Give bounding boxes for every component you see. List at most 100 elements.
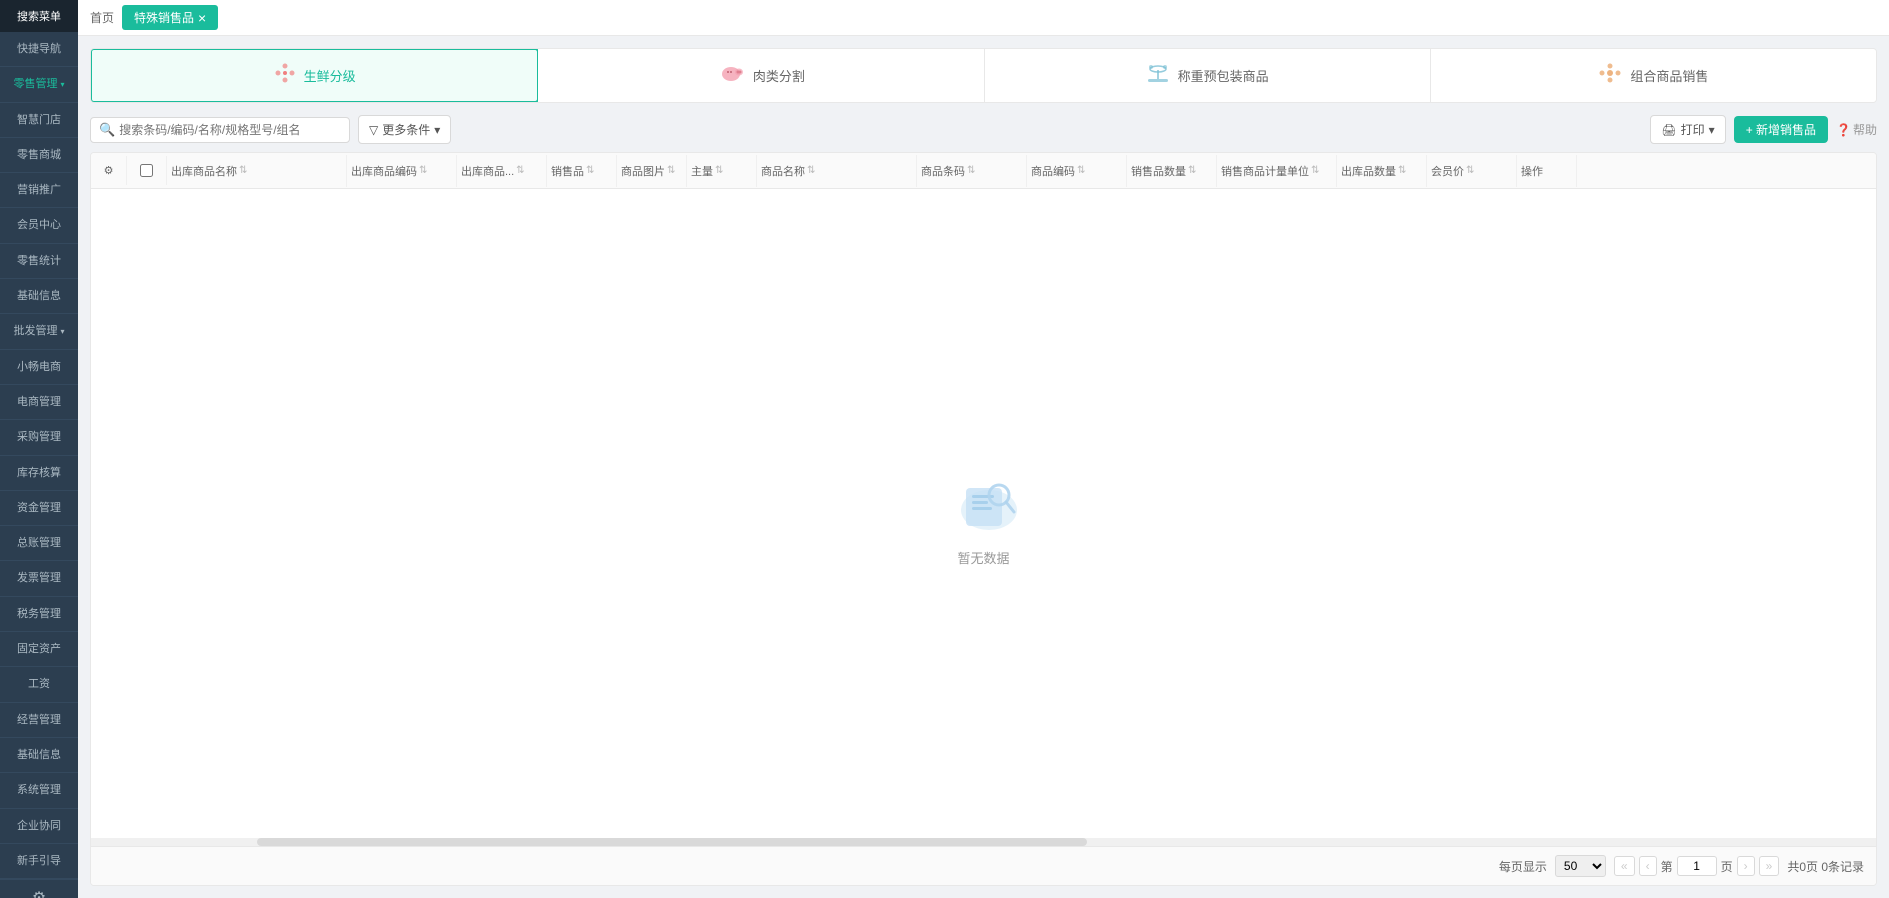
sidebar-item-business-mgmt[interactable]: 经营管理 — [0, 703, 78, 738]
retail-mgmt-arrow: ▾ — [61, 80, 65, 89]
fresh-grading-label: 生鲜分级 — [304, 66, 356, 85]
sidebar-item-salary[interactable]: 工资 — [0, 667, 78, 702]
sort-icon-goods-code[interactable]: ⇅ — [1077, 165, 1085, 176]
sidebar-item-tax-mgmt[interactable]: 税务管理 — [0, 597, 78, 632]
toolbar-right: 🖨 打印 ▾ + 新增销售品 ❓ 帮助 — [1650, 115, 1877, 144]
sidebar-item-quick-nav[interactable]: 快捷导航 — [0, 32, 78, 67]
sidebar-item-retail-mgmt[interactable]: 零售管理 ▾ — [0, 67, 78, 102]
print-label: 打印 — [1681, 121, 1705, 138]
combo-goods-label: 组合商品销售 — [1630, 66, 1708, 85]
th-sale-goods: 销售品 ⇅ — [547, 155, 617, 187]
filter-label: 更多条件 — [382, 121, 430, 138]
sort-icon-barcode[interactable]: ⇅ — [967, 165, 975, 176]
meat-cutting-label: 肉类分割 — [753, 66, 805, 85]
sidebar-item-basic-info[interactable]: 基础信息 — [0, 279, 78, 314]
help-button[interactable]: ❓ 帮助 — [1836, 121, 1877, 138]
page-input[interactable] — [1677, 856, 1717, 876]
special-sales-tab[interactable]: 特殊销售品 × — [122, 5, 218, 30]
scrollbar-thumb[interactable] — [257, 838, 1087, 846]
page-size-select[interactable]: 50 10 20 100 — [1555, 855, 1606, 877]
home-tab[interactable]: 首页 — [90, 9, 114, 26]
print-icon: 🖨 — [1661, 123, 1676, 137]
table-header: ⚙ 出库商品名称 ⇅ 出库商品编码 ⇅ 出库商品... ⇅ — [91, 153, 1876, 189]
sort-icon-img[interactable]: ⇅ — [667, 165, 675, 176]
toolbar: 🔍 ▽ 更多条件 ▾ 🖨 打印 ▾ + 新增销售品 ❓ 帮助 — [90, 115, 1877, 144]
sort-icon-unit[interactable]: ⇅ — [1311, 165, 1319, 176]
filter-icon: ▽ — [369, 123, 378, 137]
th-checkbox — [127, 156, 167, 185]
print-button[interactable]: 🖨 打印 ▾ — [1650, 115, 1725, 144]
page-unit: 页 — [1721, 858, 1733, 875]
th-member-price: 会员价 ⇅ — [1427, 155, 1517, 187]
sort-icon-out-goods-code[interactable]: ⇅ — [419, 165, 427, 176]
sort-icon-goods-name[interactable]: ⇅ — [807, 165, 815, 176]
column-settings-icon[interactable]: ⚙ — [104, 164, 114, 177]
sort-icon-member[interactable]: ⇅ — [1466, 165, 1474, 176]
th-out-qty: 出库品数量 ⇅ — [1337, 155, 1427, 187]
th-out-goods-code: 出库商品编码 ⇅ — [347, 155, 457, 187]
sidebar-item-ecom-mgmt[interactable]: 电商管理 — [0, 385, 78, 420]
sidebar-item-retail-stats[interactable]: 零售统计 — [0, 244, 78, 279]
sidebar-item-system-mgmt[interactable]: 系统管理 — [0, 773, 78, 808]
th-operation: 操作 — [1517, 155, 1577, 187]
th-goods-name: 商品名称 ⇅ — [757, 155, 917, 187]
th-setting[interactable]: ⚙ — [91, 156, 127, 185]
tab-combo-goods[interactable]: 组合商品销售 — [1431, 49, 1876, 102]
add-sale-item-button[interactable]: + 新增销售品 — [1734, 116, 1828, 143]
sort-icon-sale[interactable]: ⇅ — [586, 165, 594, 176]
sidebar-item-invoice-mgmt[interactable]: 发票管理 — [0, 561, 78, 596]
page-label: 第 — [1661, 858, 1673, 875]
sidebar-item-fund-mgmt[interactable]: 资金管理 — [0, 491, 78, 526]
data-table: ⚙ 出库商品名称 ⇅ 出库商品编码 ⇅ 出库商品... ⇅ — [90, 152, 1877, 886]
sidebar-item-general-ledger[interactable]: 总账管理 — [0, 526, 78, 561]
tab-fresh-grading[interactable]: 生鲜分级 — [90, 48, 539, 103]
sidebar-item-mini-ecom[interactable]: 小畅电商 — [0, 350, 78, 385]
search-input[interactable] — [119, 123, 339, 137]
horizontal-scrollbar[interactable] — [91, 838, 1876, 846]
sort-icon-weight[interactable]: ⇅ — [715, 165, 723, 176]
tab-close-icon[interactable]: × — [198, 11, 206, 25]
page-nav: « ‹ 第 页 › » — [1614, 856, 1779, 876]
select-all-checkbox[interactable] — [140, 164, 153, 177]
sidebar-item-retail-mall[interactable]: 零售商城 — [0, 138, 78, 173]
sort-icon-out-spec[interactable]: ⇅ — [516, 165, 524, 176]
weigh-pack-icon — [1146, 62, 1170, 89]
search-box: 🔍 — [90, 117, 350, 143]
per-page-label: 每页显示 — [1499, 858, 1547, 875]
fresh-grading-icon — [274, 62, 296, 89]
first-page-button[interactable]: « — [1614, 856, 1635, 876]
sidebar-item-purchase-mgmt[interactable]: 采购管理 — [0, 420, 78, 455]
th-weight: 主量 ⇅ — [687, 155, 757, 187]
meat-cutting-icon — [717, 62, 745, 89]
prev-page-button[interactable]: ‹ — [1639, 856, 1657, 876]
next-page-button[interactable]: › — [1737, 856, 1755, 876]
tab-weigh-pack[interactable]: 称重预包装商品 — [985, 49, 1431, 102]
sort-icon-out-qty[interactable]: ⇅ — [1398, 165, 1406, 176]
sidebar-item-member-center[interactable]: 会员中心 — [0, 208, 78, 243]
wholesale-arrow: ▾ — [61, 327, 65, 336]
sidebar-item-inventory-check[interactable]: 库存核算 — [0, 456, 78, 491]
th-goods-img: 商品图片 ⇅ — [617, 155, 687, 187]
tab-meat-cutting[interactable]: 肉类分割 — [538, 49, 984, 102]
filter-arrow-icon: ▾ — [434, 123, 440, 137]
empty-illustration — [944, 460, 1024, 540]
help-label: 帮助 — [1853, 121, 1877, 138]
add-label: + 新增销售品 — [1746, 121, 1816, 138]
sort-icon-sale-qty[interactable]: ⇅ — [1188, 165, 1196, 176]
weigh-pack-label: 称重预包装商品 — [1178, 66, 1269, 85]
filter-button[interactable]: ▽ 更多条件 ▾ — [358, 115, 451, 144]
sidebar-item-fixed-assets[interactable]: 固定资产 — [0, 632, 78, 667]
sidebar-item-basic-info2[interactable]: 基础信息 — [0, 738, 78, 773]
total-info: 共0页 0条记录 — [1787, 858, 1864, 875]
sidebar-item-wholesale-mgmt[interactable]: 批发管理 ▾ — [0, 314, 78, 349]
category-tabs: 生鲜分级 肉类分割 — [90, 48, 1877, 103]
sidebar-item-smart-store[interactable]: 智慧门店 — [0, 103, 78, 138]
print-arrow: ▾ — [1709, 123, 1715, 137]
sidebar-item-company-protocol[interactable]: 企业协同 — [0, 809, 78, 844]
last-page-button[interactable]: » — [1759, 856, 1780, 876]
sidebar-item-sales-promo[interactable]: 营销推广 — [0, 173, 78, 208]
sidebar-search-menu[interactable]: 搜索菜单 — [17, 8, 61, 24]
settings-icon[interactable]: ⚙ — [32, 890, 46, 898]
sort-icon-out-goods-name[interactable]: ⇅ — [239, 165, 247, 176]
sidebar-item-beginner-guide[interactable]: 新手引导 — [0, 844, 78, 879]
